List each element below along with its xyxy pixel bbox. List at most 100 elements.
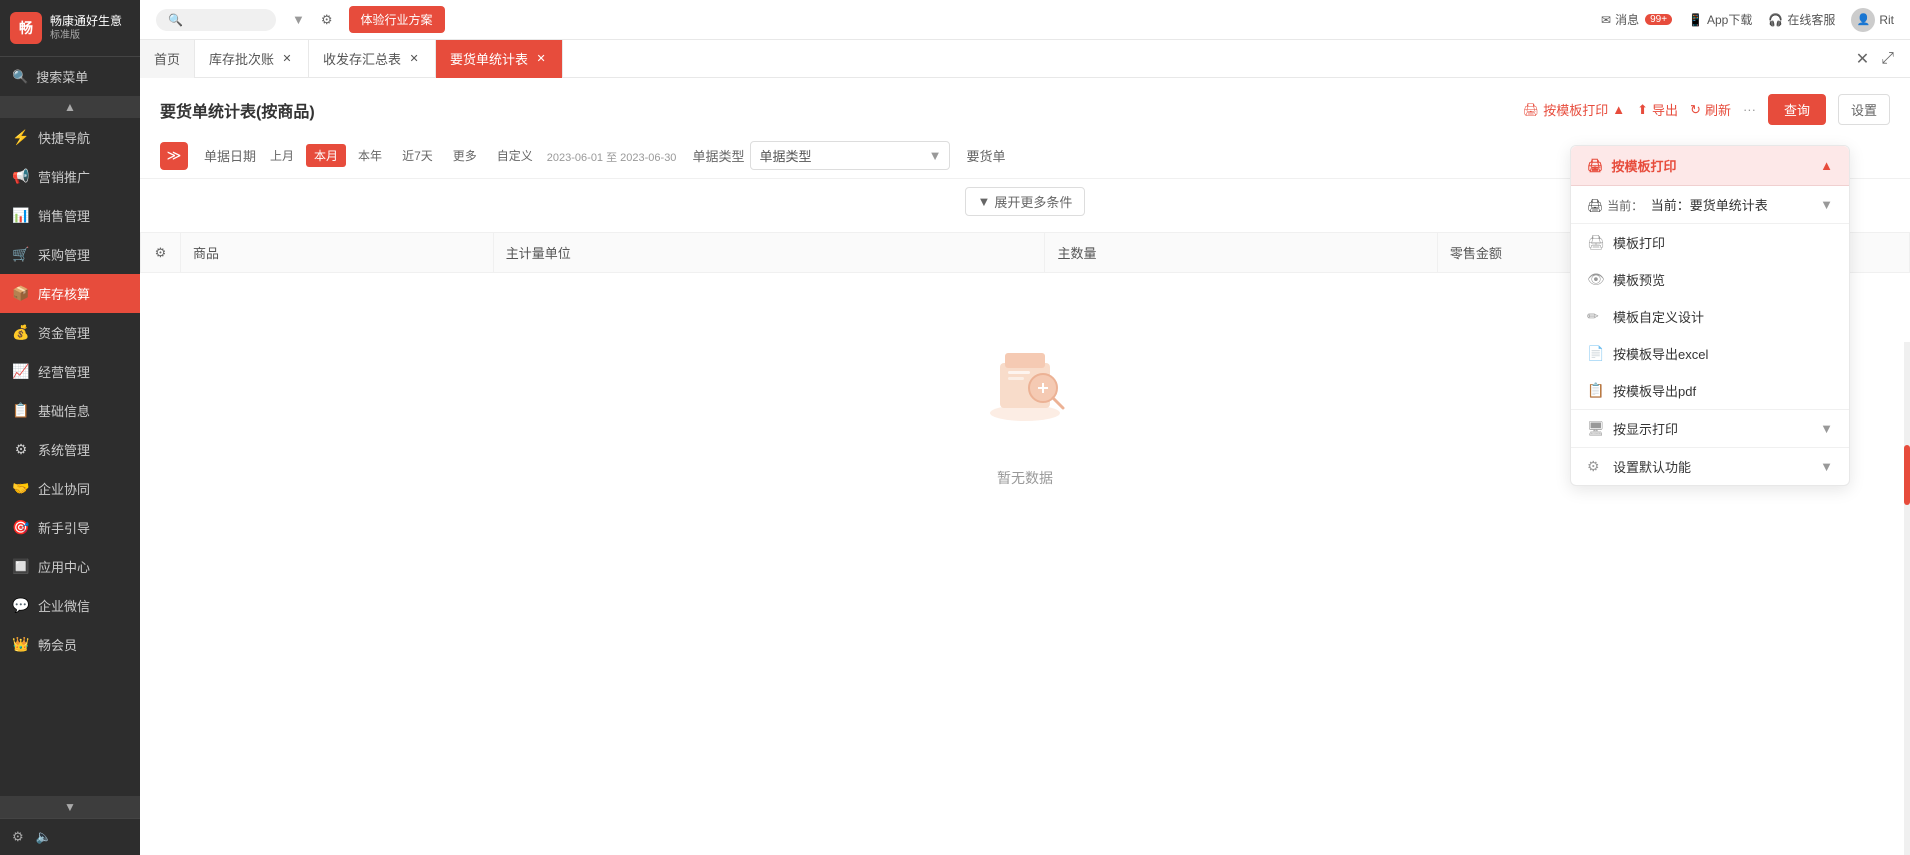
goods-filter: 要货单 <box>966 146 1005 165</box>
order-type-arrow: ▼ <box>929 148 942 163</box>
sidebar-item-member[interactable]: 👑 畅会员 <box>0 625 140 664</box>
export-btn[interactable]: ⬆ 导出 <box>1637 100 1678 119</box>
order-type-value: 单据类型 <box>759 146 811 165</box>
tab-receivables-summary[interactable]: 收发存汇总表 ✕ <box>309 40 436 78</box>
tab-expand-btn[interactable]: ⤢ <box>1877 46 1898 72</box>
more-actions-icon[interactable]: ··· <box>1743 102 1756 117</box>
scroll-down-btn[interactable]: ▼ <box>0 796 140 818</box>
tab-receivables-summary-close[interactable]: ✕ <box>407 52 421 66</box>
date-tab-this-month[interactable]: 本月 <box>306 144 346 167</box>
dropdown-item-export-excel[interactable]: 📄 按模板导出excel <box>1571 335 1849 372</box>
dropdown-set-default-section: ⚙ 设置默认功能 ▼ <box>1571 448 1849 485</box>
page-title: 要货单统计表(按商品) <box>160 98 315 122</box>
user-avatar[interactable]: 👤 Rit <box>1851 8 1894 32</box>
display-print-arrow: ▼ <box>1820 421 1833 436</box>
dropdown-current-item[interactable]: 🖨 当前： 当前：要货单统计表 ▼ <box>1571 186 1849 223</box>
topbar-search-box[interactable]: 🔍 <box>156 9 276 31</box>
online-service-btn[interactable]: 🎧 在线客服 <box>1768 11 1835 28</box>
tab-inventory-batch[interactable]: 库存批次账 ✕ <box>195 40 309 78</box>
date-tab-this-year[interactable]: 本年 <box>350 144 390 167</box>
dropdown-item-template-preview[interactable]: 👁 模板预览 <box>1571 261 1849 298</box>
sidebar-item-new-guide[interactable]: 🎯 新手引导 <box>0 508 140 547</box>
sidebar-item-wechat[interactable]: 💬 企业微信 <box>0 586 140 625</box>
set-default-label: 设置默认功能 <box>1613 457 1691 476</box>
inventory-label: 库存核算 <box>38 284 90 303</box>
sound-footer-icon[interactable]: 🔈 <box>36 829 52 845</box>
column-settings-icon[interactable]: ⚙ <box>155 245 167 260</box>
date-tab-last-month[interactable]: 上月 <box>262 144 302 167</box>
print-template-btn[interactable]: 🖨 按模板打印 ▲ <box>1523 100 1625 119</box>
member-label: 畅会员 <box>38 635 77 654</box>
tab-inventory-batch-close[interactable]: ✕ <box>280 52 294 66</box>
dropdown-item-set-default[interactable]: ⚙ 设置默认功能 ▼ <box>1571 448 1849 485</box>
page-header: 要货单统计表(按商品) 🖨 按模板打印 ▲ ⬆ 导出 ↻ 刷新 <box>140 78 1910 133</box>
print-dropdown-close-btn[interactable]: ▲ <box>1820 158 1833 173</box>
sidebar-item-operations[interactable]: 📈 经营管理 <box>0 352 140 391</box>
dropdown-item-template-print[interactable]: 🖨 模板打印 <box>1571 224 1849 261</box>
sidebar-item-app-center[interactable]: 🔲 应用中心 <box>0 547 140 586</box>
date-filter-group: 单据日期 上月 本月 本年 近7天 更多 自定义 2023-06-01 至 20… <box>204 144 676 167</box>
sidebar-item-sales[interactable]: 📊 销售管理 <box>0 196 140 235</box>
date-tab-custom[interactable]: 自定义 <box>489 144 541 167</box>
tab-close-btn[interactable]: ✕ <box>1852 45 1873 73</box>
messages-btn[interactable]: ✉ 消息 99+ <box>1601 11 1672 28</box>
purchase-label: 采购管理 <box>38 245 90 264</box>
sidebar-search[interactable]: 🔍 搜索菜单 <box>0 57 140 96</box>
settings-btn[interactable]: 设置 <box>1838 94 1890 125</box>
dropdown-item-template-custom[interactable]: ✏ 模板自定义设计 <box>1571 298 1849 335</box>
sales-label: 销售管理 <box>38 206 90 225</box>
sidebar-item-collab[interactable]: 🤝 企业协同 <box>0 469 140 508</box>
template-preview-label: 模板预览 <box>1613 270 1665 289</box>
settings-footer-icon[interactable]: ⚙ <box>12 829 24 845</box>
tab-inventory-batch-label: 库存批次账 <box>209 49 274 68</box>
tab-order-stats-close[interactable]: ✕ <box>534 52 548 66</box>
current-template-name: 当前：要货单统计表 <box>1651 198 1768 213</box>
scroll-up-btn[interactable]: ▲ <box>0 96 140 118</box>
dropdown-item-display-print[interactable]: 🖥 按显示打印 ▼ <box>1571 410 1849 447</box>
col-settings[interactable]: ⚙ <box>141 233 181 273</box>
print-dropdown-header: 🖨 按模板打印 ▲ <box>1571 146 1849 186</box>
order-type-select[interactable]: 单据类型 ▼ <box>750 141 950 170</box>
print-dropdown-title-text: 按模板打印 <box>1612 156 1677 175</box>
scrollbar-thumb <box>1904 445 1910 505</box>
col-quantity: 主数量 <box>1045 233 1437 273</box>
date-tab-more[interactable]: 更多 <box>445 144 485 167</box>
expand-icon: ▼ <box>978 194 991 209</box>
operations-icon: 📈 <box>12 363 30 380</box>
sidebar-item-marketing[interactable]: 📢 营销推广 <box>0 157 140 196</box>
sidebar-item-quick-nav[interactable]: ⚡ 快捷导航 <box>0 118 140 157</box>
export-excel-label: 按模板导出excel <box>1613 344 1708 363</box>
dropdown-items-section: 🖨 模板打印 👁 模板预览 ✏ 模板自定义设计 📄 按模板导出excel 📋 按… <box>1571 224 1849 410</box>
topbar-gear-icon[interactable]: ⚙ <box>321 12 333 28</box>
print-icon: 🖨 <box>1523 102 1540 118</box>
refresh-icon: ↻ <box>1690 102 1701 118</box>
tab-order-stats-label: 要货单统计表 <box>450 49 528 68</box>
sidebar-item-finance[interactable]: 💰 资金管理 <box>0 313 140 352</box>
order-type-label: 单据类型 <box>692 146 744 165</box>
tab-home[interactable]: 首页 <box>140 40 195 78</box>
tab-home-label: 首页 <box>154 49 180 68</box>
sidebar-item-system[interactable]: ⚙ 系统管理 <box>0 430 140 469</box>
quick-nav-icon: ⚡ <box>12 129 30 146</box>
query-btn[interactable]: 查询 <box>1768 94 1826 125</box>
date-tab-7days[interactable]: 近7天 <box>394 144 441 167</box>
wechat-label: 企业微信 <box>38 596 90 615</box>
app-download-btn[interactable]: 📱 App下载 <box>1688 11 1752 28</box>
sidebar-item-inventory[interactable]: 📦 库存核算 <box>0 274 140 313</box>
topbar-dropdown-icon[interactable]: ▼ <box>292 12 305 27</box>
date-range: 2023-06-01 至 2023-06-30 <box>547 149 677 165</box>
app-logo: 畅 畅康通好生意 标准版 <box>0 0 140 57</box>
template-custom-label: 模板自定义设计 <box>1613 307 1704 326</box>
tab-receivables-summary-label: 收发存汇总表 <box>323 49 401 68</box>
sidebar-item-base-info[interactable]: 📋 基础信息 <box>0 391 140 430</box>
expand-conditions-btn[interactable]: ▼ 展开更多条件 <box>965 187 1086 216</box>
goods-filter-label: 要货单 <box>966 146 1005 165</box>
empty-illustration <box>975 333 1075 452</box>
sidebar-item-purchase[interactable]: 🛒 采购管理 <box>0 235 140 274</box>
refresh-btn[interactable]: ↻ 刷新 <box>1690 100 1731 119</box>
industry-btn[interactable]: 体验行业方案 <box>349 6 445 33</box>
purchase-icon: 🛒 <box>12 246 30 263</box>
filter-toggle-btn[interactable]: ≫ <box>160 142 188 170</box>
dropdown-item-export-pdf[interactable]: 📋 按模板导出pdf <box>1571 372 1849 409</box>
tab-order-stats[interactable]: 要货单统计表 ✕ <box>436 40 563 78</box>
